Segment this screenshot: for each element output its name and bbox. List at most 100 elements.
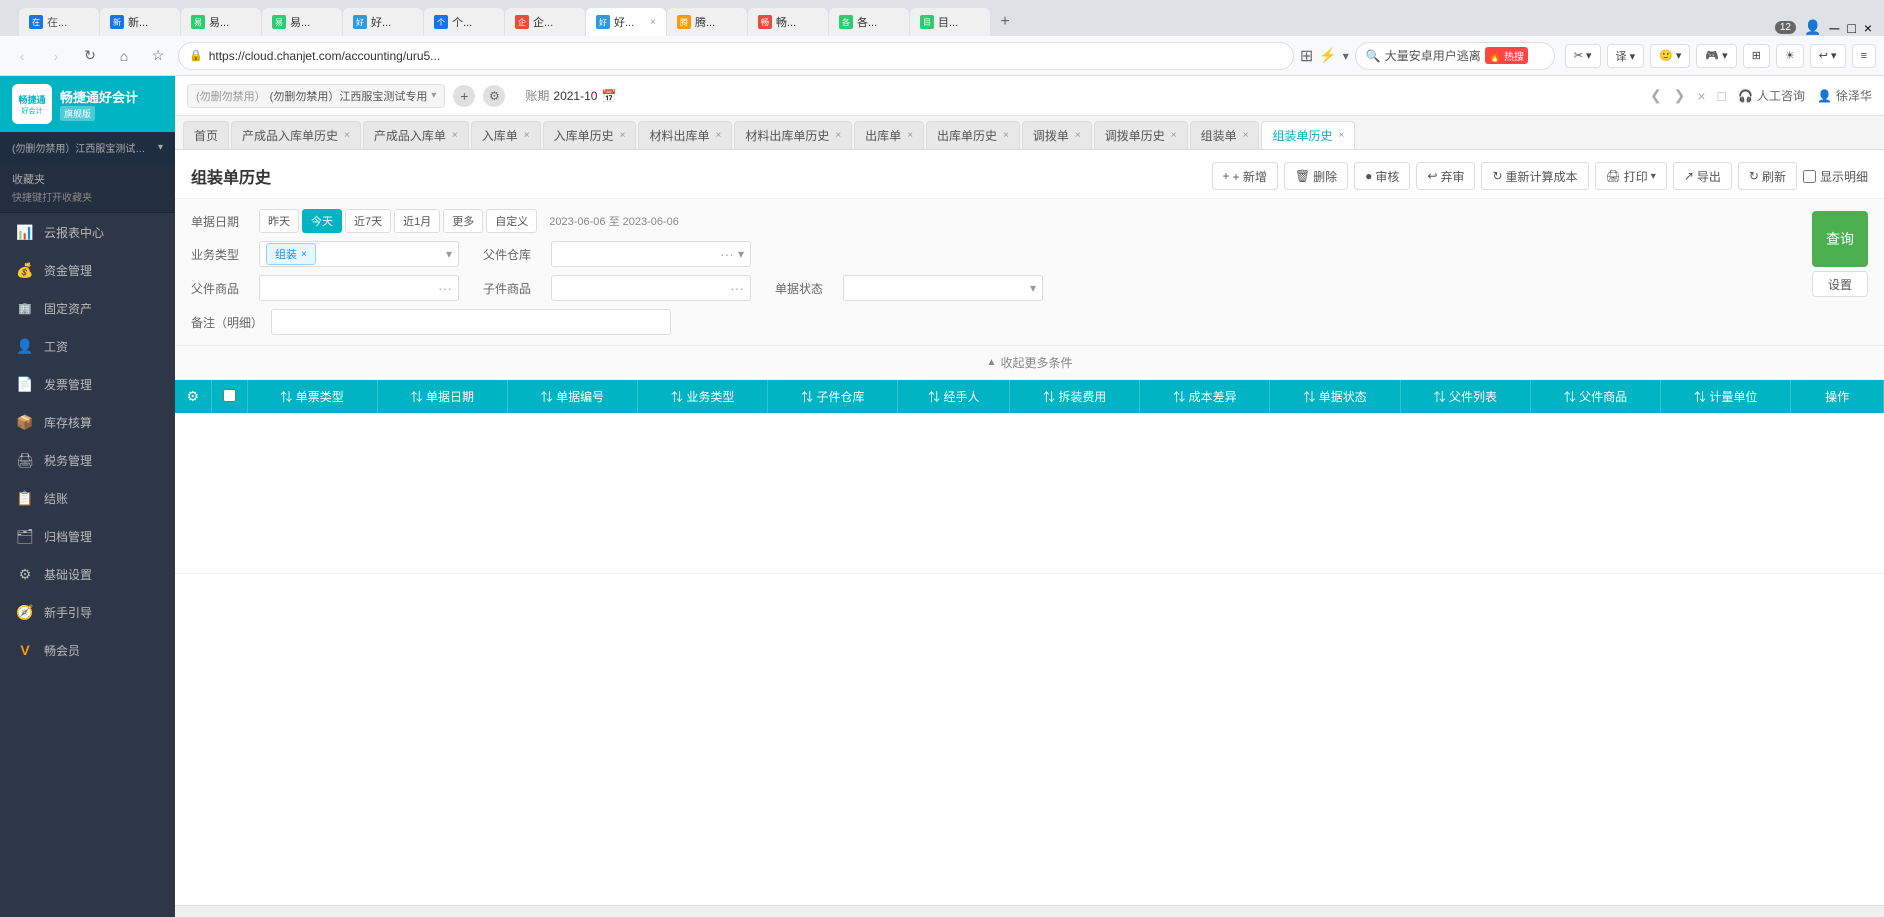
browser-tab-9[interactable]: 腾 腾...	[667, 8, 747, 36]
undo-btn[interactable]: ↩ ▾	[1810, 44, 1846, 68]
grid-btn[interactable]: ⊞	[1743, 44, 1770, 68]
browser-tab-2[interactable]: 新 新...	[100, 8, 180, 36]
parent-warehouse-ellipsis[interactable]: ···	[720, 246, 734, 262]
show-detail-checkbox[interactable]	[1803, 170, 1816, 183]
tab-home[interactable]: 首页	[183, 121, 229, 149]
child-goods-ellipsis[interactable]: ···	[730, 280, 744, 296]
browser-tab-1[interactable]: 在 在...	[19, 8, 99, 36]
tab-warehouse-in[interactable]: 入库单 ×	[471, 121, 541, 149]
browser-tab-5[interactable]: 好 好...	[343, 8, 423, 36]
browser-tab-11[interactable]: 各 各...	[829, 8, 909, 36]
show-detail-checkbox-label[interactable]: 显示明细	[1803, 168, 1868, 185]
select-all-checkbox[interactable]	[223, 389, 236, 402]
sidebar-item-assets[interactable]: 🏢 固定资产	[0, 289, 175, 327]
company-selector[interactable]: (勿删勿禁用）江西服宝测试专用 ▾	[0, 132, 175, 163]
parent-goods-selector[interactable]: ···	[259, 275, 459, 301]
tab-close[interactable]: ×	[907, 130, 913, 141]
business-type-tag[interactable]: 组装 ×	[266, 243, 316, 265]
nav-right-icon[interactable]: ❯	[1674, 87, 1686, 104]
tab-material-out[interactable]: 材料出库单 ×	[638, 121, 732, 149]
filter-settings-button[interactable]: 设置	[1812, 271, 1868, 297]
col-business-type[interactable]: ⇅ 业务类型	[638, 380, 768, 413]
sidebar-item-vip[interactable]: V 畅会员	[0, 631, 175, 669]
browser-tab-4[interactable]: 易 易...	[262, 8, 342, 36]
sidebar-item-guide[interactable]: 🧭 新手引导	[0, 593, 175, 631]
add-btn[interactable]: +	[453, 85, 475, 107]
export-btn[interactable]: ↗ 导出	[1673, 162, 1732, 190]
parent-warehouse-selector[interactable]: ··· ▾	[551, 241, 751, 267]
calendar-icon[interactable]: 📅	[601, 89, 616, 103]
bill-status-selector[interactable]: ▾	[843, 275, 1043, 301]
browser-tab-6[interactable]: 个 个...	[424, 8, 504, 36]
tab-out-history[interactable]: 出库单历史 ×	[926, 121, 1020, 149]
today-btn[interactable]: 今天	[302, 209, 342, 233]
tab-production-in[interactable]: 产成品入库单 ×	[363, 121, 469, 149]
browser-tab-8-active[interactable]: 好 好... ×	[586, 8, 666, 36]
custom-btn[interactable]: 自定义	[486, 209, 537, 233]
browser-app-grid[interactable]: ⊞	[1300, 46, 1313, 66]
tab-close[interactable]: ×	[1075, 130, 1081, 141]
toggle-icon[interactable]: □	[1718, 88, 1726, 104]
col-disassembly-cost[interactable]: ⇅ 拆装费用	[1010, 380, 1140, 413]
home-button[interactable]: ⌂	[110, 42, 138, 70]
tag-close-icon[interactable]: ×	[301, 249, 307, 260]
company-breadcrumb[interactable]: (勿删勿禁用） (勿删勿禁用）江西服宝测试专用 ▾	[187, 84, 445, 108]
tab-close[interactable]: ×	[524, 130, 530, 141]
minimize-button[interactable]: ─	[1829, 20, 1839, 36]
back-button[interactable]: ‹	[8, 42, 36, 70]
sidebar-item-settings[interactable]: ⚙ 基础设置	[0, 555, 175, 593]
tab-close[interactable]: ×	[835, 130, 841, 141]
remark-input[interactable]	[271, 309, 671, 335]
tab-close[interactable]: ×	[620, 130, 626, 141]
tab-assembly-history-active[interactable]: 组装单历史 ×	[1261, 121, 1355, 149]
refresh-button[interactable]: ↻	[76, 42, 104, 70]
col-bill-status[interactable]: ⇅ 单据状态	[1270, 380, 1400, 413]
browser-lightning[interactable]: ⚡	[1319, 47, 1336, 64]
browser-tab-3[interactable]: 易 易...	[181, 8, 261, 36]
col-unit[interactable]: ⇅ 计量单位	[1661, 380, 1791, 413]
table-settings-icon[interactable]: ⚙	[186, 388, 199, 404]
tab-assembly[interactable]: 组装单 ×	[1190, 121, 1260, 149]
maximize-button[interactable]: □	[1847, 20, 1855, 36]
abandon-btn[interactable]: ↩ 弃审	[1416, 162, 1475, 190]
sidebar-item-invoice[interactable]: 📄 发票管理	[0, 365, 175, 403]
tab-transfer-history[interactable]: 调拨单历史 ×	[1094, 121, 1188, 149]
more-btn[interactable]: 更多	[443, 209, 483, 233]
col-parent-goods[interactable]: ⇅ 父件商品	[1530, 380, 1660, 413]
col-bill-no[interactable]: ⇅ 单据编号	[507, 380, 637, 413]
col-parent-list[interactable]: ⇅ 父件列表	[1400, 380, 1530, 413]
translate-btn[interactable]: 译 ▾	[1607, 44, 1645, 68]
tab-close-8[interactable]: ×	[650, 17, 656, 28]
star-button[interactable]: ☆	[144, 42, 172, 70]
tab-close[interactable]: ×	[1243, 130, 1249, 141]
tab-production-in-history[interactable]: 产成品入库单历史 ×	[231, 121, 361, 149]
sidebar-item-archive[interactable]: 🗂 归档管理	[0, 517, 175, 555]
child-goods-selector[interactable]: ···	[551, 275, 751, 301]
search-bar[interactable]: 🔍 大量安卓用户逃离 🔥 热搜	[1355, 42, 1555, 70]
month-btn[interactable]: 近1月	[394, 209, 440, 233]
col-child-warehouse[interactable]: ⇅ 子件仓库	[768, 380, 898, 413]
tab-close[interactable]: ×	[1338, 130, 1344, 141]
audit-btn[interactable]: ● 审核	[1354, 162, 1410, 190]
week-btn[interactable]: 近7天	[345, 209, 391, 233]
sidebar-item-tax[interactable]: 🖨 税务管理	[0, 441, 175, 479]
theme-btn[interactable]: ☀	[1776, 44, 1804, 68]
tab-close[interactable]: ×	[452, 130, 458, 141]
nav-left-icon[interactable]: ❮	[1650, 87, 1662, 104]
tab-close[interactable]: ×	[1171, 130, 1177, 141]
col-bill-date[interactable]: ⇅ 单据日期	[377, 380, 507, 413]
col-handler[interactable]: ⇅ 经手人	[898, 380, 1010, 413]
query-button[interactable]: 查询	[1812, 211, 1868, 267]
emoji-btn[interactable]: 🙂 ▾	[1650, 44, 1690, 68]
new-tab-button[interactable]: +	[991, 8, 1019, 36]
sidebar-item-payroll[interactable]: 👤 工资	[0, 327, 175, 365]
browser-tab-12[interactable]: 目 目...	[910, 8, 990, 36]
favorites-shortcut[interactable]: 快捷键打开收藏夹	[12, 189, 163, 204]
delete-btn[interactable]: 🗑 删除	[1284, 162, 1348, 190]
new-btn[interactable]: + + 新增	[1212, 162, 1278, 190]
service-btn[interactable]: 🎧 人工咨询	[1738, 87, 1805, 104]
browser-dropdown[interactable]: ▾	[1343, 49, 1349, 63]
settings-col-header[interactable]: ⚙	[175, 380, 211, 413]
sidebar-item-reports[interactable]: 📊 云报表中心	[0, 213, 175, 251]
yesterday-btn[interactable]: 昨天	[259, 209, 299, 233]
